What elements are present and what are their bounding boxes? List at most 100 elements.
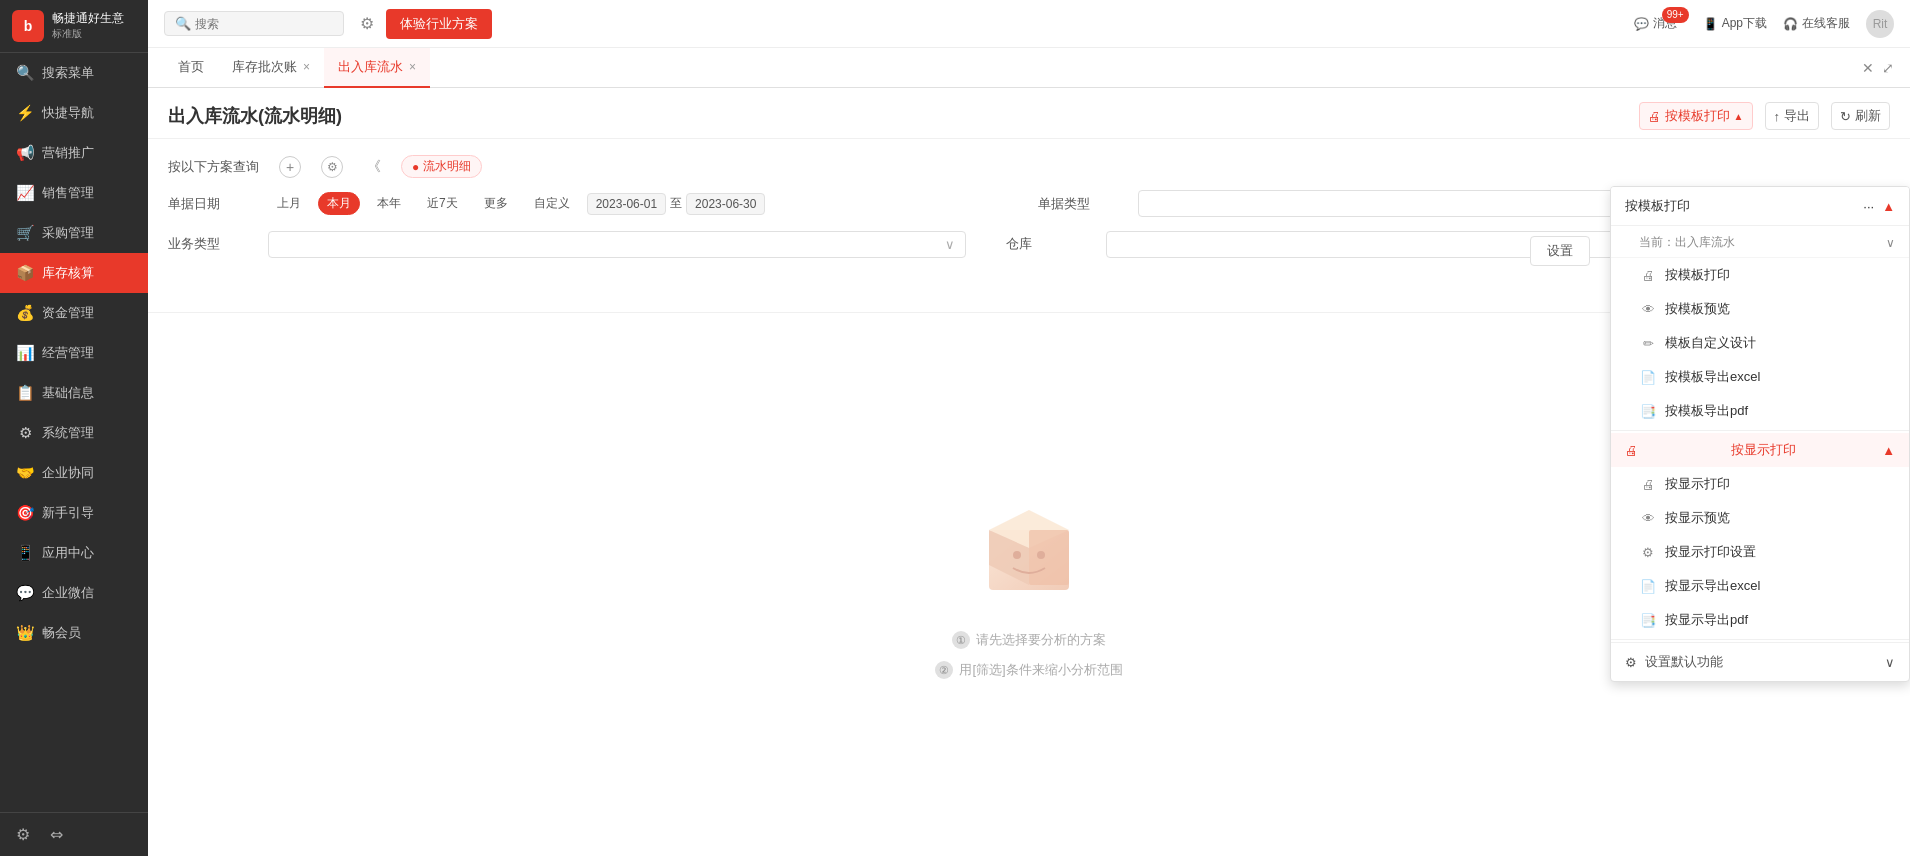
business-type-select[interactable]: ∨ [268, 231, 966, 258]
date-separator: 至 [670, 195, 682, 212]
dropdown-item-display-export-excel[interactable]: 📄 按显示导出excel [1611, 569, 1909, 603]
dropdown-header: 按模板打印 ··· ▲ [1611, 187, 1909, 226]
date-last7-btn[interactable]: 近7天 [418, 192, 467, 215]
tab-batch-account-label: 库存批次账 [232, 58, 297, 76]
dropdown-item-display-print[interactable]: 🖨 按显示打印 [1611, 467, 1909, 501]
template-print-label: 按模板打印 [1665, 107, 1730, 125]
date-current-year-btn[interactable]: 本年 [368, 192, 410, 215]
sidebar-item-wechat[interactable]: 💬 企业微信 [0, 573, 148, 613]
action-buttons-area: 设置 [1530, 236, 1590, 266]
header-gear-icon[interactable]: ⚙ [360, 14, 374, 33]
tab-batch-account-close[interactable]: × [303, 60, 310, 74]
sidebar-item-purchase[interactable]: 🛒 采购管理 [0, 213, 148, 253]
user-avatar-item[interactable]: Rit [1866, 10, 1894, 38]
close-tab-btn[interactable]: ✕ [1862, 60, 1874, 76]
header-search-area[interactable]: 🔍 [164, 11, 344, 36]
sidebar-item-member[interactable]: 👑 畅会员 [0, 613, 148, 653]
sidebar-item-label: 基础信息 [42, 384, 94, 402]
logo-badge: 标准版 [52, 27, 124, 41]
message-item[interactable]: 💬 消息 99+ [1634, 15, 1677, 32]
settings-icon[interactable]: ⚙ [16, 825, 30, 844]
online-service-item[interactable]: 🎧 在线客服 [1783, 15, 1850, 32]
display-print-label: 按显示打印 [1665, 475, 1730, 493]
export-icon: ↑ [1774, 109, 1781, 124]
search-input[interactable] [195, 17, 325, 31]
export-button[interactable]: ↑ 导出 [1765, 102, 1820, 130]
filter-collapse-btn[interactable]: 《 [367, 158, 381, 176]
filter-row-1: 按以下方案查询 + ⚙ 《 ● 流水明细 [168, 155, 1890, 178]
handshake-icon: 🤝 [16, 464, 34, 482]
dropdown-divider-2 [1611, 639, 1909, 640]
dropdown-arrow-up[interactable]: ▲ [1882, 199, 1895, 214]
headset-icon: 🎧 [1783, 17, 1798, 31]
template-design-item-label: 模板自定义设计 [1665, 334, 1756, 352]
printer-icon-2: 🖨 [1639, 477, 1657, 492]
settings-button[interactable]: 设置 [1530, 236, 1590, 266]
eye-icon-2: 👁 [1639, 511, 1657, 526]
dropdown-item-template-export-pdf[interactable]: 📑 按模板导出pdf [1611, 394, 1909, 428]
date-prev-month-btn[interactable]: 上月 [268, 192, 310, 215]
tab-batch-account[interactable]: 库存批次账 × [218, 48, 324, 88]
sidebar-item-quick-nav[interactable]: ⚡ 快捷导航 [0, 93, 148, 133]
sidebar-item-label: 营销推广 [42, 144, 94, 162]
tab-flow[interactable]: 出入库流水 × [324, 48, 430, 88]
sidebar-item-search[interactable]: 🔍 搜索菜单 [0, 53, 148, 93]
display-section-arrow[interactable]: ▲ [1882, 443, 1895, 458]
sidebar-item-operation[interactable]: 📊 经营管理 [0, 333, 148, 373]
date-custom-btn[interactable]: 自定义 [525, 192, 579, 215]
empty-hint-2: ② 用[筛选]条件来缩小分析范围 [935, 661, 1122, 679]
dropdown-ellipsis[interactable]: ··· [1863, 199, 1874, 214]
sidebar-item-label: 资金管理 [42, 304, 94, 322]
page-actions: 🖨 按模板打印 ▲ ↑ 导出 ↻ 刷新 [1639, 102, 1890, 130]
sidebar-item-inventory[interactable]: 📦 库存核算 [0, 253, 148, 293]
display-preview-label: 按显示预览 [1665, 509, 1730, 527]
collapse-sidebar-icon[interactable]: ⇔ [50, 825, 63, 844]
dropdown-item-template-design[interactable]: ✏ 模板自定义设计 [1611, 326, 1909, 360]
trial-button[interactable]: 体验行业方案 [386, 9, 492, 39]
dropdown-item-template-preview[interactable]: 👁 按模板预览 [1611, 292, 1909, 326]
sidebar-item-label: 应用中心 [42, 544, 94, 562]
tab-flow-label: 出入库流水 [338, 58, 403, 76]
tab-home[interactable]: 首页 [164, 48, 218, 88]
filter-tag[interactable]: ● 流水明细 [401, 155, 482, 178]
date-from-input[interactable]: 2023-06-01 [587, 193, 666, 215]
dropdown-item-display-print-settings[interactable]: ⚙ 按显示打印设置 [1611, 535, 1909, 569]
display-section-icon: 🖨 [1625, 443, 1638, 458]
voucher-type-label: 单据类型 [1038, 195, 1118, 213]
dropdown-item-template-print[interactable]: 🖨 按模板打印 [1611, 258, 1909, 292]
date-current-month-btn[interactable]: 本月 [318, 192, 360, 215]
tabs-right-actions: ✕ ⤢ [1862, 60, 1894, 76]
logo-icon: b [12, 10, 44, 42]
date-more-btn[interactable]: 更多 [475, 192, 517, 215]
date-to-input[interactable]: 2023-06-30 [686, 193, 765, 215]
sidebar-item-app-center[interactable]: 📱 应用中心 [0, 533, 148, 573]
dropdown-item-template-export-excel[interactable]: 📄 按模板导出excel [1611, 360, 1909, 394]
current-template-arrow[interactable]: ∨ [1886, 236, 1895, 250]
expand-tab-btn[interactable]: ⤢ [1882, 60, 1894, 76]
sidebar-item-marketing[interactable]: 📢 营销推广 [0, 133, 148, 173]
phone-icon: 📱 [1703, 17, 1718, 31]
refresh-button[interactable]: ↻ 刷新 [1831, 102, 1890, 130]
avatar: Rit [1866, 10, 1894, 38]
filter-settings-button[interactable]: ⚙ [321, 156, 343, 178]
sidebar-item-system[interactable]: ⚙ 系统管理 [0, 413, 148, 453]
app-download-label: App下载 [1722, 15, 1767, 32]
money-icon: 💰 [16, 304, 34, 322]
sidebar-item-finance[interactable]: 💰 资金管理 [0, 293, 148, 333]
date-range-row: 上月 本月 本年 近7天 更多 自定义 2023-06-01 至 2023-06… [268, 192, 998, 215]
app-download-item[interactable]: 📱 App下载 [1703, 15, 1767, 32]
tab-flow-close[interactable]: × [409, 60, 416, 74]
dropdown-item-display-export-pdf[interactable]: 📑 按显示导出pdf [1611, 603, 1909, 637]
dropdown-footer[interactable]: ⚙ 设置默认功能 ∨ [1611, 642, 1909, 681]
dropdown-item-display-preview[interactable]: 👁 按显示预览 [1611, 501, 1909, 535]
tab-home-label: 首页 [178, 58, 204, 76]
sidebar-item-basic[interactable]: 📋 基础信息 [0, 373, 148, 413]
sidebar-item-guide[interactable]: 🎯 新手引导 [0, 493, 148, 533]
template-print-button[interactable]: 🖨 按模板打印 ▲ [1639, 102, 1753, 130]
sidebar-item-sales[interactable]: 📈 销售管理 [0, 173, 148, 213]
current-template-label: 当前：出入库流水 [1639, 234, 1735, 251]
page-title: 出入库流水(流水明细) [168, 104, 342, 128]
template-export-pdf-label: 按模板导出pdf [1665, 402, 1748, 420]
sidebar-item-collab[interactable]: 🤝 企业协同 [0, 453, 148, 493]
filter-add-button[interactable]: + [279, 156, 301, 178]
